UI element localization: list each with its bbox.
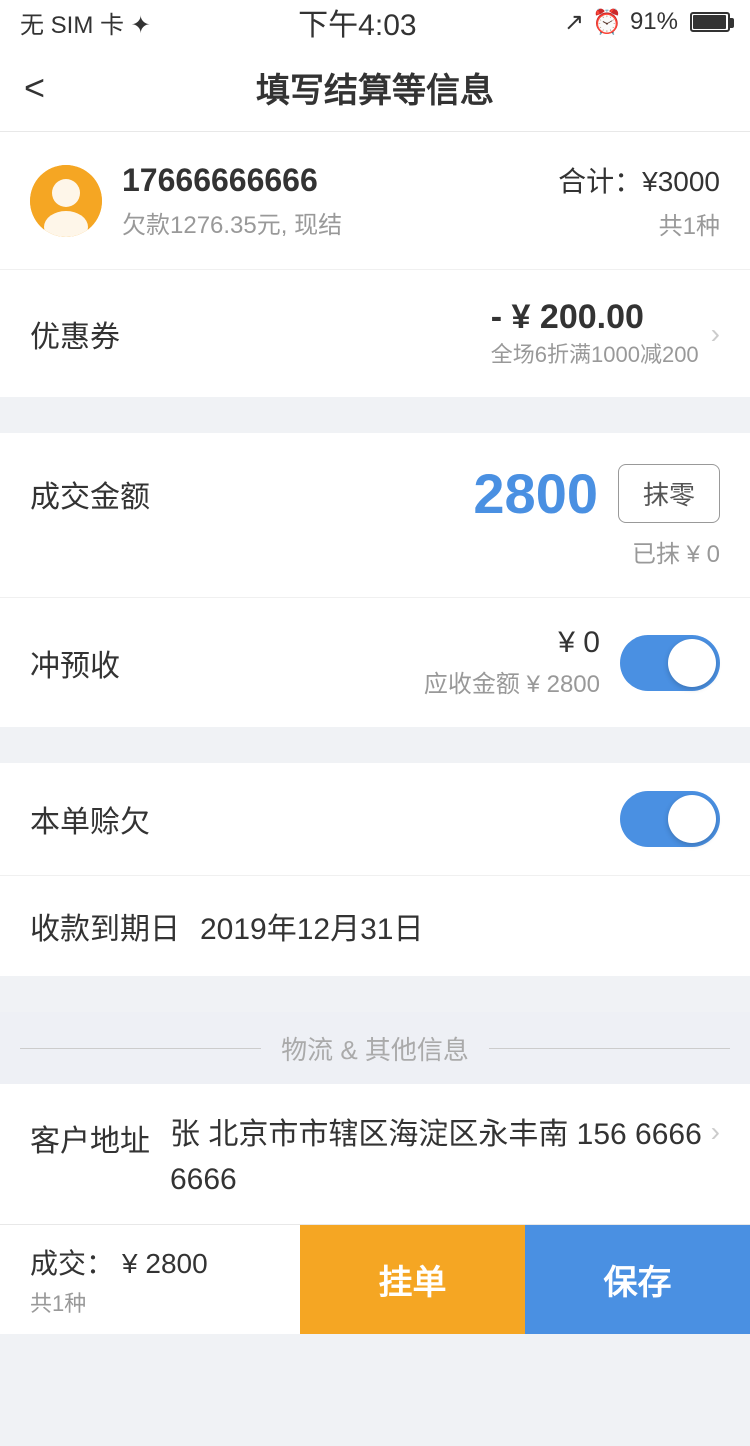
gray-divider-1 [0, 413, 750, 433]
duedate-value: 2019年12月31日 [200, 904, 423, 948]
coupon-detail: 全场6折满1000减200 [491, 337, 699, 369]
round-button[interactable]: 抹零 [618, 464, 720, 523]
total-value: ¥3000 [642, 166, 720, 197]
duedate-row: 收款到期日 2019年12月31日 [30, 904, 720, 948]
amount-card: 成交金额 2800 抹零 已抹 ¥ 0 冲预收 ¥ 0 应收金额 ¥ 2800 [0, 433, 750, 727]
user-subtext: 欠款1276.35元, 现结 [122, 205, 342, 240]
amount-right: 2800 抹零 [473, 461, 720, 526]
battery-icon [690, 12, 730, 32]
coupon-row[interactable]: 优惠券 - ¥ 200.00 全场6折满1000减200 › [0, 269, 750, 397]
coupon-label: 优惠券 [30, 312, 120, 356]
prereceive-amount: ¥ 0 应收金额 ¥ 2800 [424, 626, 600, 699]
duedate-section: 收款到期日 2019年12月31日 [0, 875, 750, 976]
footer-buttons: 挂单 保存 [300, 1225, 750, 1334]
gray-divider-2 [0, 743, 750, 763]
status-time: 下午4:03 [298, 0, 416, 44]
save-button[interactable]: 保存 [525, 1225, 750, 1334]
status-bar: 无 SIM 卡 ✦ 下午4:03 ↗ ⏰ 91% [0, 0, 750, 44]
avatar [30, 165, 102, 237]
user-info-row: 17666666666 欠款1276.35元, 现结 合计：¥3000 共1种 [0, 132, 750, 269]
logistics-text: 物流 & 其他信息 [281, 1030, 469, 1067]
user-count: 共1种 [558, 206, 720, 241]
address-chevron-icon: › [711, 1112, 720, 1148]
coupon-info: - ¥ 200.00 全场6折满1000减200 [491, 298, 699, 369]
prereceive-row: 冲预收 ¥ 0 应收金额 ¥ 2800 [30, 626, 720, 699]
footer: 成交： ¥ 2800 共1种 挂单 保存 [0, 1224, 750, 1334]
debt-toggle[interactable] [620, 791, 720, 847]
debt-label: 本单赊欠 [30, 797, 150, 841]
amount-label: 成交金额 [30, 472, 150, 516]
total-label: 合计： [558, 166, 642, 197]
footer-deal: 成交： ¥ 2800 [30, 1242, 270, 1282]
amount-section: 成交金额 2800 抹零 已抹 ¥ 0 [0, 433, 750, 597]
chevron-right-icon: › [711, 318, 720, 350]
footer-deal-label: 成交： [30, 1242, 114, 1282]
coupon-discount: - ¥ 200.00 [491, 298, 699, 337]
user-phone: 17666666666 [122, 162, 342, 199]
toggle-knob [668, 639, 716, 687]
address-card: 客户地址 张 北京市市辖区海淀区永丰南 156 6666 6666 › [0, 1084, 750, 1230]
status-right: ↗ ⏰ 91% [564, 8, 730, 37]
location-icon: ↗ [564, 8, 584, 37]
prereceive-toggle[interactable] [620, 635, 720, 691]
battery-percent: 91% [630, 8, 678, 36]
gray-divider-3 [0, 992, 750, 1012]
prereceive-value: ¥ 0 [424, 626, 600, 660]
address-value: 张 北京市市辖区海淀区永丰南 156 6666 6666 [170, 1112, 711, 1202]
prereceive-right: ¥ 0 应收金额 ¥ 2800 [424, 626, 720, 699]
debt-card: 本单赊欠 收款到期日 2019年12月31日 [0, 763, 750, 976]
user-total: 合计：¥3000 [558, 160, 720, 200]
user-right: 合计：¥3000 共1种 [558, 160, 720, 241]
debt-toggle-knob [668, 795, 716, 843]
alarm-icon: ⏰ [592, 8, 622, 37]
footer-sub: 共1种 [30, 1286, 270, 1318]
sim-text: 无 SIM 卡 ✦ [20, 5, 151, 40]
duedate-label: 收款到期日 [30, 904, 180, 948]
nav-bar: < 填写结算等信息 [0, 44, 750, 132]
prereceive-label: 冲预收 [30, 641, 120, 685]
coupon-right: - ¥ 200.00 全场6折满1000减200 › [491, 298, 720, 369]
amount-sub: 已抹 ¥ 0 [30, 534, 720, 569]
logistics-divider: 物流 & 其他信息 [0, 1012, 750, 1084]
user-left: 17666666666 欠款1276.35元, 现结 [30, 162, 342, 240]
user-details: 17666666666 欠款1276.35元, 现结 [122, 162, 342, 240]
amount-row: 成交金额 2800 抹零 [30, 461, 720, 526]
address-section[interactable]: 客户地址 张 北京市市辖区海淀区永丰南 156 6666 6666 › [0, 1084, 750, 1230]
user-info-card: 17666666666 欠款1276.35元, 现结 合计：¥3000 共1种 … [0, 132, 750, 397]
address-label: 客户地址 [30, 1112, 150, 1160]
hang-single-button[interactable]: 挂单 [300, 1225, 525, 1334]
back-button[interactable]: < [24, 67, 45, 109]
prereceive-sub: 应收金额 ¥ 2800 [424, 664, 600, 699]
debt-section: 本单赊欠 [0, 763, 750, 875]
footer-deal-value: ¥ 2800 [122, 1248, 208, 1280]
footer-info: 成交： ¥ 2800 共1种 [0, 1242, 300, 1318]
status-left: 无 SIM 卡 ✦ [20, 5, 151, 40]
prereceive-section: 冲预收 ¥ 0 应收金额 ¥ 2800 [0, 597, 750, 727]
page-title: 填写结算等信息 [256, 63, 494, 112]
amount-value: 2800 [473, 461, 598, 526]
